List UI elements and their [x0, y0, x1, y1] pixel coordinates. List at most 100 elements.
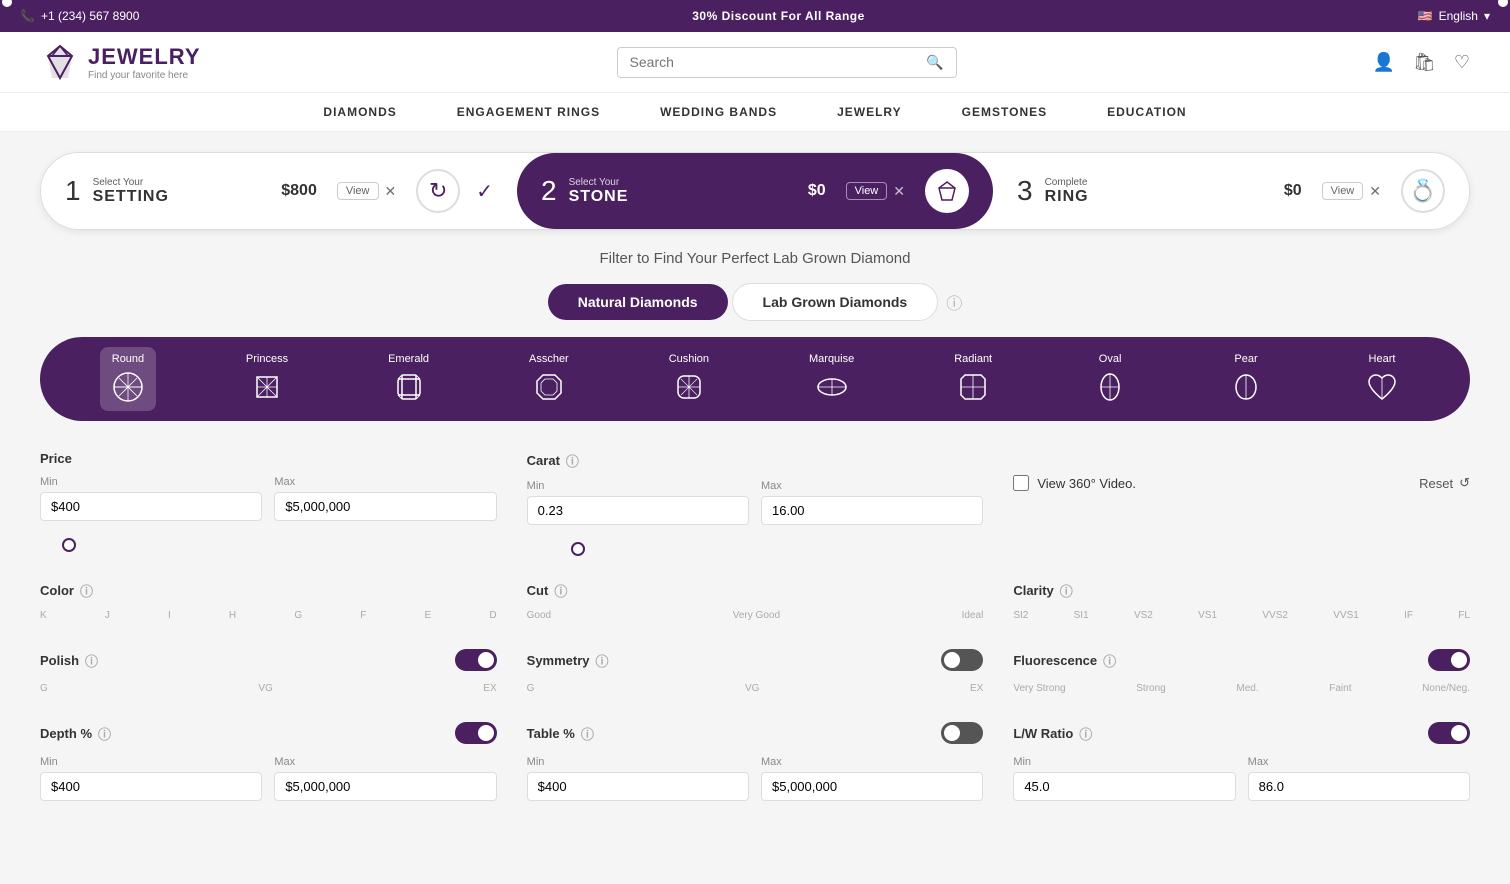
- shape-selector: Round Princess Emerald As: [40, 337, 1470, 421]
- lw-inputs: Min Max: [1013, 756, 1470, 801]
- fluorescence-slider[interactable]: [0, 0, 1510, 3]
- search-bar[interactable]: 🔍: [617, 47, 957, 78]
- wishlist-icon[interactable]: ♡: [1454, 52, 1470, 73]
- step-1-done-icon: ✓: [476, 179, 493, 204]
- cut-scale-labels: Good Very Good Ideal: [527, 610, 984, 621]
- carat-slider-min[interactable]: [527, 547, 984, 550]
- carat-min-input[interactable]: [527, 496, 749, 525]
- step-2-price: $0: [808, 182, 826, 200]
- fluorescence-info-icon[interactable]: ⓘ: [1103, 651, 1116, 670]
- account-icon[interactable]: 👤: [1373, 52, 1395, 73]
- search-input[interactable]: [630, 54, 927, 70]
- nav-wedding-bands[interactable]: WEDDING BANDS: [660, 105, 777, 119]
- depth-max-input[interactable]: [274, 772, 496, 801]
- step-3-info: Complete RING: [1045, 177, 1089, 206]
- chevron-down-icon: ▾: [1484, 9, 1490, 23]
- fluorescence-title: Fluorescence ⓘ: [1013, 651, 1116, 670]
- filter-depth: Depth % ⓘ Min Max: [40, 722, 497, 809]
- princess-shape-icon: [249, 369, 285, 405]
- symmetry-title: Symmetry ⓘ: [527, 651, 609, 670]
- lw-toggle[interactable]: [1428, 722, 1470, 744]
- filter-row-4: Depth % ⓘ Min Max Table %: [40, 722, 1470, 809]
- logo-name: JEWELRY: [88, 44, 201, 70]
- reset-row[interactable]: Reset ↺: [1419, 475, 1470, 491]
- shape-asscher[interactable]: Asscher: [519, 347, 579, 411]
- carat-slider-container: [527, 533, 984, 557]
- marquise-shape-icon: [814, 369, 850, 405]
- tab-natural-diamonds[interactable]: Natural Diamonds: [548, 284, 728, 320]
- polish-toggle[interactable]: [455, 649, 497, 671]
- nav-gemstones[interactable]: GEMSTONES: [962, 105, 1047, 119]
- fluorescence-toggle[interactable]: [1428, 649, 1470, 671]
- language-selector[interactable]: 🇺🇸 English ▾: [1418, 9, 1490, 23]
- shape-round[interactable]: Round: [100, 347, 156, 411]
- depth-min-input[interactable]: [40, 772, 262, 801]
- step-1-close-icon[interactable]: ✕: [385, 183, 397, 200]
- promo-text: 30% Discount For All Range: [692, 9, 865, 23]
- shape-princess[interactable]: Princess: [236, 347, 298, 411]
- round-shape-icon: [110, 369, 146, 405]
- fluorescence-scale-labels: Very Strong Strong Med. Faint None/Neg.: [1013, 683, 1470, 694]
- price-title: Price: [40, 451, 497, 466]
- filter-row-3: Polish ⓘ G VG EX Symmetry ⓘ G: [40, 649, 1470, 698]
- shape-emerald[interactable]: Emerald: [378, 347, 439, 411]
- color-scale-labels: K J I H G F E D: [40, 610, 497, 621]
- nav-jewelry[interactable]: JEWELRY: [837, 105, 902, 119]
- main-nav: DIAMONDS ENGAGEMENT RINGS WEDDING BANDS …: [0, 93, 1510, 132]
- polish-info-icon[interactable]: ⓘ: [85, 651, 98, 670]
- logo[interactable]: JEWELRY Find your favorite here: [40, 42, 201, 82]
- step-3-close-icon[interactable]: ✕: [1369, 183, 1381, 200]
- filter-price: Price Min Max: [40, 451, 497, 557]
- shape-oval[interactable]: Oval: [1082, 347, 1138, 411]
- diamond-tabs: Natural Diamonds Lab Grown Diamonds ⓘ: [0, 283, 1510, 321]
- shape-radiant[interactable]: Radiant: [944, 347, 1002, 411]
- view360-checkbox[interactable]: [1013, 475, 1029, 491]
- phone-number: 📞 +1 (234) 567 8900: [20, 9, 139, 23]
- step-3-view-btn[interactable]: View: [1322, 182, 1364, 200]
- nav-engagement-rings[interactable]: ENGAGEMENT RINGS: [457, 105, 600, 119]
- step-1: 1 Select Your SETTING $800 View ✕ ↻ ✓: [41, 153, 517, 229]
- tab-lab-grown-diamonds[interactable]: Lab Grown Diamonds: [732, 283, 939, 321]
- cart-icon[interactable]: 🛍: [1413, 52, 1436, 73]
- setting-refresh-icon: ↻: [429, 178, 447, 204]
- cut-info-icon[interactable]: ⓘ: [554, 581, 567, 600]
- shape-marquise[interactable]: Marquise: [799, 347, 864, 411]
- table-min-input[interactable]: [527, 772, 749, 801]
- price-min-input[interactable]: [40, 492, 262, 521]
- step-1-info: Select Your SETTING: [93, 177, 169, 206]
- price-slider-min[interactable]: [40, 543, 497, 546]
- lw-max-input[interactable]: [1248, 772, 1470, 801]
- shape-cushion[interactable]: Cushion: [659, 347, 719, 411]
- nav-diamonds[interactable]: DIAMONDS: [323, 105, 396, 119]
- depth-toggle[interactable]: [455, 722, 497, 744]
- price-max-input[interactable]: [274, 492, 496, 521]
- lw-info-icon[interactable]: ⓘ: [1079, 724, 1092, 743]
- step-3-icon-circle: 💍: [1401, 169, 1445, 213]
- table-info-icon[interactable]: ⓘ: [581, 724, 594, 743]
- lw-min-input[interactable]: [1013, 772, 1235, 801]
- step-2-number: 2: [541, 177, 557, 205]
- depth-info-icon[interactable]: ⓘ: [98, 724, 111, 743]
- diamond-info-icon[interactable]: ⓘ: [946, 290, 962, 314]
- shape-pear[interactable]: Pear: [1218, 347, 1274, 411]
- nav-education[interactable]: EDUCATION: [1107, 105, 1186, 119]
- symmetry-info-icon[interactable]: ⓘ: [596, 651, 609, 670]
- table-toggle[interactable]: [941, 722, 983, 744]
- symmetry-toggle-row: Symmetry ⓘ: [527, 649, 984, 671]
- color-info-icon[interactable]: ⓘ: [80, 581, 93, 600]
- step-2-close-icon[interactable]: ✕: [893, 183, 905, 200]
- carat-max-input[interactable]: [761, 496, 983, 525]
- table-inputs: Min Max: [527, 756, 984, 801]
- symmetry-toggle[interactable]: [941, 649, 983, 671]
- step-2-view-btn[interactable]: View: [846, 182, 888, 200]
- carat-inputs: Min Max: [527, 480, 984, 525]
- step-3-number: 3: [1017, 177, 1033, 205]
- cushion-shape-icon: [671, 369, 707, 405]
- table-max-input[interactable]: [761, 772, 983, 801]
- shape-heart[interactable]: Heart: [1354, 347, 1410, 411]
- carat-info-icon[interactable]: ⓘ: [566, 451, 579, 470]
- clarity-info-icon[interactable]: ⓘ: [1060, 581, 1073, 600]
- step-1-view-btn[interactable]: View: [337, 182, 379, 200]
- heart-shape-icon: [1364, 369, 1400, 405]
- filter-cut: Cut ⓘ Good Very Good Ideal: [527, 581, 984, 625]
